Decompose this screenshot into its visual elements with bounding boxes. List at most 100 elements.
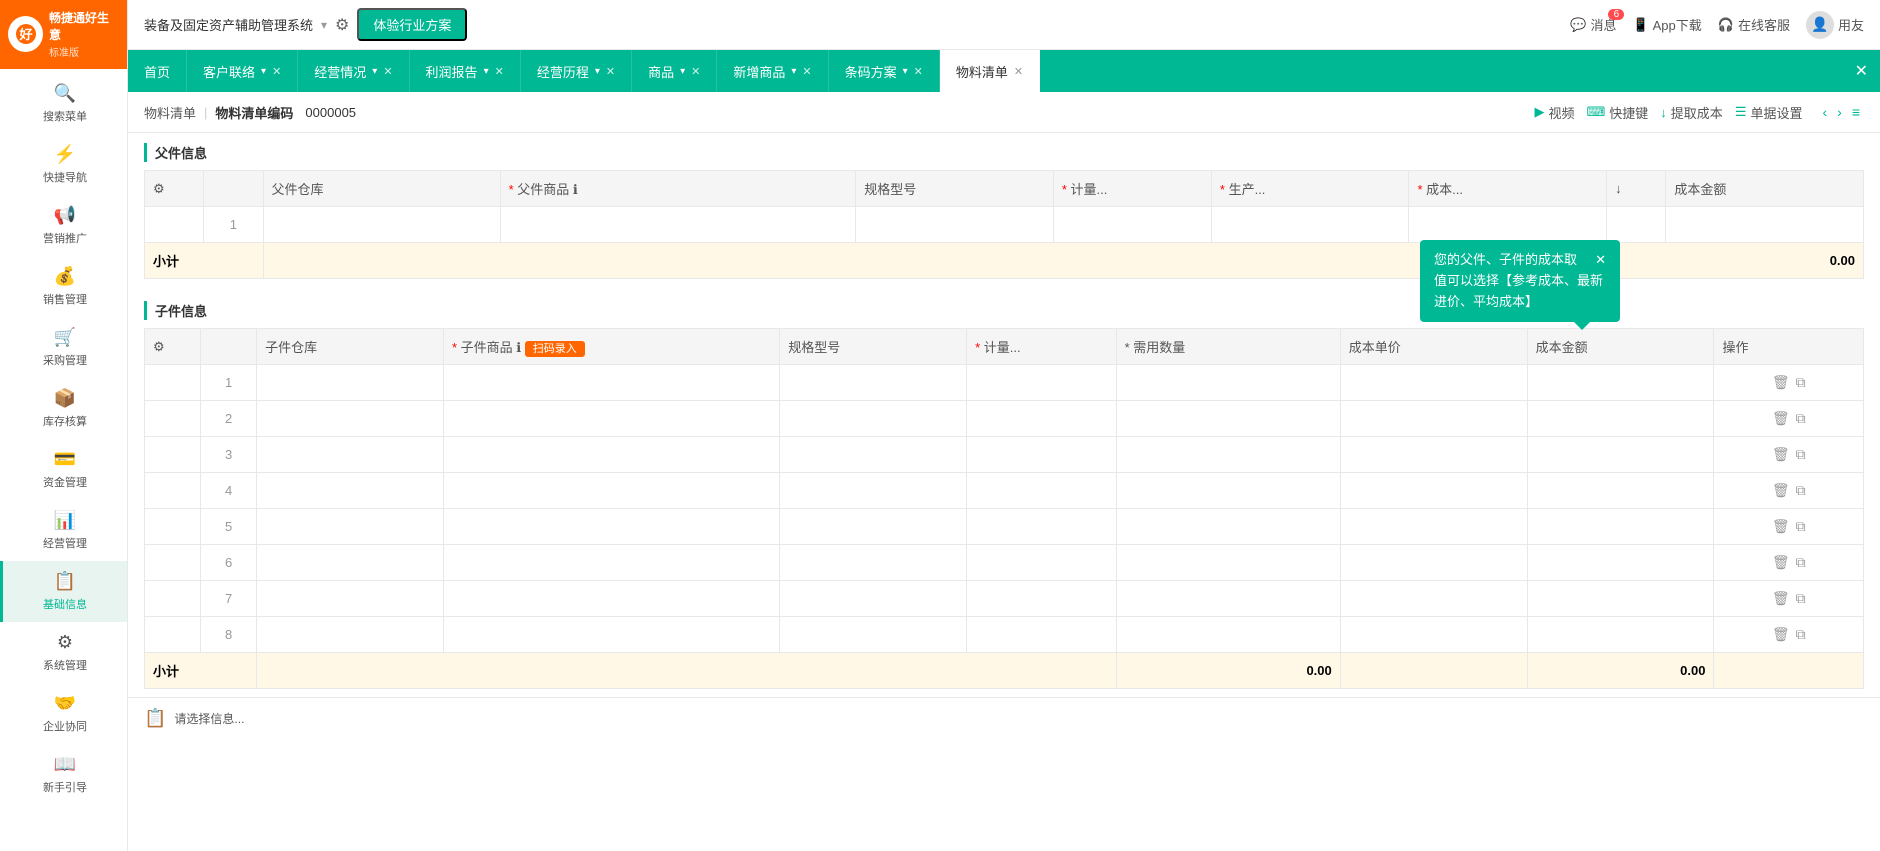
trial-button[interactable]: 体验行业方案 xyxy=(357,8,467,41)
gear-icon[interactable]: ⚙ xyxy=(335,15,349,35)
parent-row-warehouse[interactable] xyxy=(263,207,500,243)
page-prev-btn[interactable]: ‹ xyxy=(1818,102,1831,122)
copy-icon[interactable]: ⧉ xyxy=(1796,374,1806,391)
tab-bom[interactable]: 物料清单 ✕ xyxy=(940,50,1040,92)
sidebar-item-purchase[interactable]: 🛒 采购管理 xyxy=(0,317,127,378)
tab-new-goods[interactable]: 新增商品 ▾ ✕ xyxy=(717,50,828,92)
tab-new-goods-close[interactable]: ✕ xyxy=(802,65,811,78)
child-row-warehouse[interactable] xyxy=(257,365,444,401)
child-row-qty[interactable] xyxy=(1116,545,1340,581)
delete-icon[interactable]: 🗑 xyxy=(1772,410,1790,427)
child-row-qty[interactable] xyxy=(1116,617,1340,653)
child-row-qty[interactable] xyxy=(1116,365,1340,401)
child-row-warehouse[interactable] xyxy=(257,581,444,617)
scan-input-btn[interactable]: 扫码录入 xyxy=(525,341,585,357)
tooltip-close-btn[interactable]: ✕ xyxy=(1595,250,1606,271)
child-row-warehouse[interactable] xyxy=(257,473,444,509)
copy-icon[interactable]: ⧉ xyxy=(1796,446,1806,463)
child-row-product[interactable] xyxy=(443,401,779,437)
tab-bom-close[interactable]: ✕ xyxy=(1014,65,1023,78)
child-row-unit[interactable] xyxy=(967,617,1116,653)
parent-col-settings[interactable]: ⚙ xyxy=(145,171,204,207)
tab-profit[interactable]: 利润报告 ▾ ✕ xyxy=(410,50,521,92)
child-row-qty[interactable] xyxy=(1116,437,1340,473)
copy-icon[interactable]: ⧉ xyxy=(1796,410,1806,427)
tab-operations-close[interactable]: ✕ xyxy=(383,65,392,78)
child-row-warehouse[interactable] xyxy=(257,401,444,437)
child-row-unit[interactable] xyxy=(967,545,1116,581)
parent-row-product[interactable] xyxy=(500,207,856,243)
copy-icon[interactable]: ⧉ xyxy=(1796,554,1806,571)
page-next-btn[interactable]: › xyxy=(1833,102,1846,122)
child-row-unit[interactable] xyxy=(967,473,1116,509)
copy-icon[interactable]: ⧉ xyxy=(1796,626,1806,643)
single-setting-btn[interactable]: ☰ 单据设置 xyxy=(1735,103,1803,122)
sidebar-item-marketing[interactable]: 📢 营销推广 xyxy=(0,195,127,256)
extract-cost-btn[interactable]: ↓ 提取成本 xyxy=(1660,103,1723,122)
tab-goods-close[interactable]: ✕ xyxy=(691,65,700,78)
message-action[interactable]: 💬 消息 6 xyxy=(1570,15,1616,34)
page-list-btn[interactable]: ≡ xyxy=(1848,102,1864,122)
tab-goods[interactable]: 商品 ▾ ✕ xyxy=(632,50,717,92)
sidebar-item-basic-info[interactable]: 📋 基础信息 xyxy=(0,561,127,622)
child-row-qty[interactable] xyxy=(1116,509,1340,545)
parent-row-produce[interactable] xyxy=(1211,207,1409,243)
sidebar-item-guide[interactable]: 📖 新手引导 xyxy=(0,744,127,805)
child-row-qty[interactable] xyxy=(1116,581,1340,617)
delete-icon[interactable]: 🗑 xyxy=(1772,590,1790,607)
child-row-qty[interactable] xyxy=(1116,401,1340,437)
close-all-button[interactable]: ✕ xyxy=(1843,61,1880,81)
sidebar-item-system[interactable]: ⚙ 系统管理 xyxy=(0,622,127,683)
child-row-product[interactable] xyxy=(443,473,779,509)
tab-customer-close[interactable]: ✕ xyxy=(272,65,281,78)
delete-icon[interactable]: 🗑 xyxy=(1772,518,1790,535)
sidebar-item-operations[interactable]: 📊 经营管理 xyxy=(0,500,127,561)
sidebar-item-enterprise[interactable]: 🤝 企业协同 xyxy=(0,683,127,744)
delete-icon[interactable]: 🗑 xyxy=(1772,554,1790,571)
copy-icon[interactable]: ⧉ xyxy=(1796,590,1806,607)
tab-history-close[interactable]: ✕ xyxy=(606,65,615,78)
tab-barcode-close[interactable]: ✕ xyxy=(914,65,923,78)
child-row-product[interactable] xyxy=(443,545,779,581)
sidebar-item-sales[interactable]: 💰 销售管理 xyxy=(0,256,127,317)
child-row-unit[interactable] xyxy=(967,401,1116,437)
copy-icon[interactable]: ⧉ xyxy=(1796,482,1806,499)
sidebar-item-finance[interactable]: 💳 资金管理 xyxy=(0,439,127,500)
child-row-product[interactable] xyxy=(443,365,779,401)
app-download-action[interactable]: 📱 App下载 xyxy=(1632,15,1701,34)
child-row-unit[interactable] xyxy=(967,437,1116,473)
tab-history[interactable]: 经营历程 ▾ ✕ xyxy=(521,50,632,92)
tab-barcode[interactable]: 条码方案 ▾ ✕ xyxy=(829,50,940,92)
child-row-unit[interactable] xyxy=(967,509,1116,545)
child-row-unit[interactable] xyxy=(967,365,1116,401)
child-row-warehouse[interactable] xyxy=(257,545,444,581)
child-row-warehouse[interactable] xyxy=(257,437,444,473)
tab-operations[interactable]: 经营情况 ▾ ✕ xyxy=(298,50,409,92)
delete-icon[interactable]: 🗑 xyxy=(1772,626,1790,643)
sidebar-item-search[interactable]: 🔍 搜索菜单 xyxy=(0,73,127,134)
parent-row-cost[interactable] xyxy=(1409,207,1607,243)
online-service-action[interactable]: 🎧 在线客服 xyxy=(1718,15,1790,34)
shortcut-btn[interactable]: ⌨ 快捷键 xyxy=(1587,103,1649,122)
delete-icon[interactable]: 🗑 xyxy=(1772,482,1790,499)
child-row-warehouse[interactable] xyxy=(257,509,444,545)
sidebar-item-quick-nav[interactable]: ⚡ 快捷导航 xyxy=(0,134,127,195)
tab-profit-close[interactable]: ✕ xyxy=(495,65,504,78)
parent-row-unit[interactable] xyxy=(1053,207,1211,243)
sidebar-item-inventory[interactable]: 📦 库存核算 xyxy=(0,378,127,439)
child-row-product[interactable] xyxy=(443,581,779,617)
user-action[interactable]: 👤 用友 xyxy=(1806,11,1864,39)
child-col-settings[interactable]: ⚙ xyxy=(145,329,201,365)
child-row-qty[interactable] xyxy=(1116,473,1340,509)
child-row-product[interactable] xyxy=(443,437,779,473)
delete-icon[interactable]: 🗑 xyxy=(1772,374,1790,391)
delete-icon[interactable]: 🗑 xyxy=(1772,446,1790,463)
child-row-product[interactable] xyxy=(443,509,779,545)
view-btn[interactable]: ▶ 视频 xyxy=(1535,103,1575,122)
child-row-unit[interactable] xyxy=(967,581,1116,617)
tab-home[interactable]: 首页 xyxy=(128,50,187,92)
child-row-product[interactable] xyxy=(443,617,779,653)
copy-icon[interactable]: ⧉ xyxy=(1796,518,1806,535)
tab-customer[interactable]: 客户联络 ▾ ✕ xyxy=(187,50,298,92)
child-row-warehouse[interactable] xyxy=(257,617,444,653)
